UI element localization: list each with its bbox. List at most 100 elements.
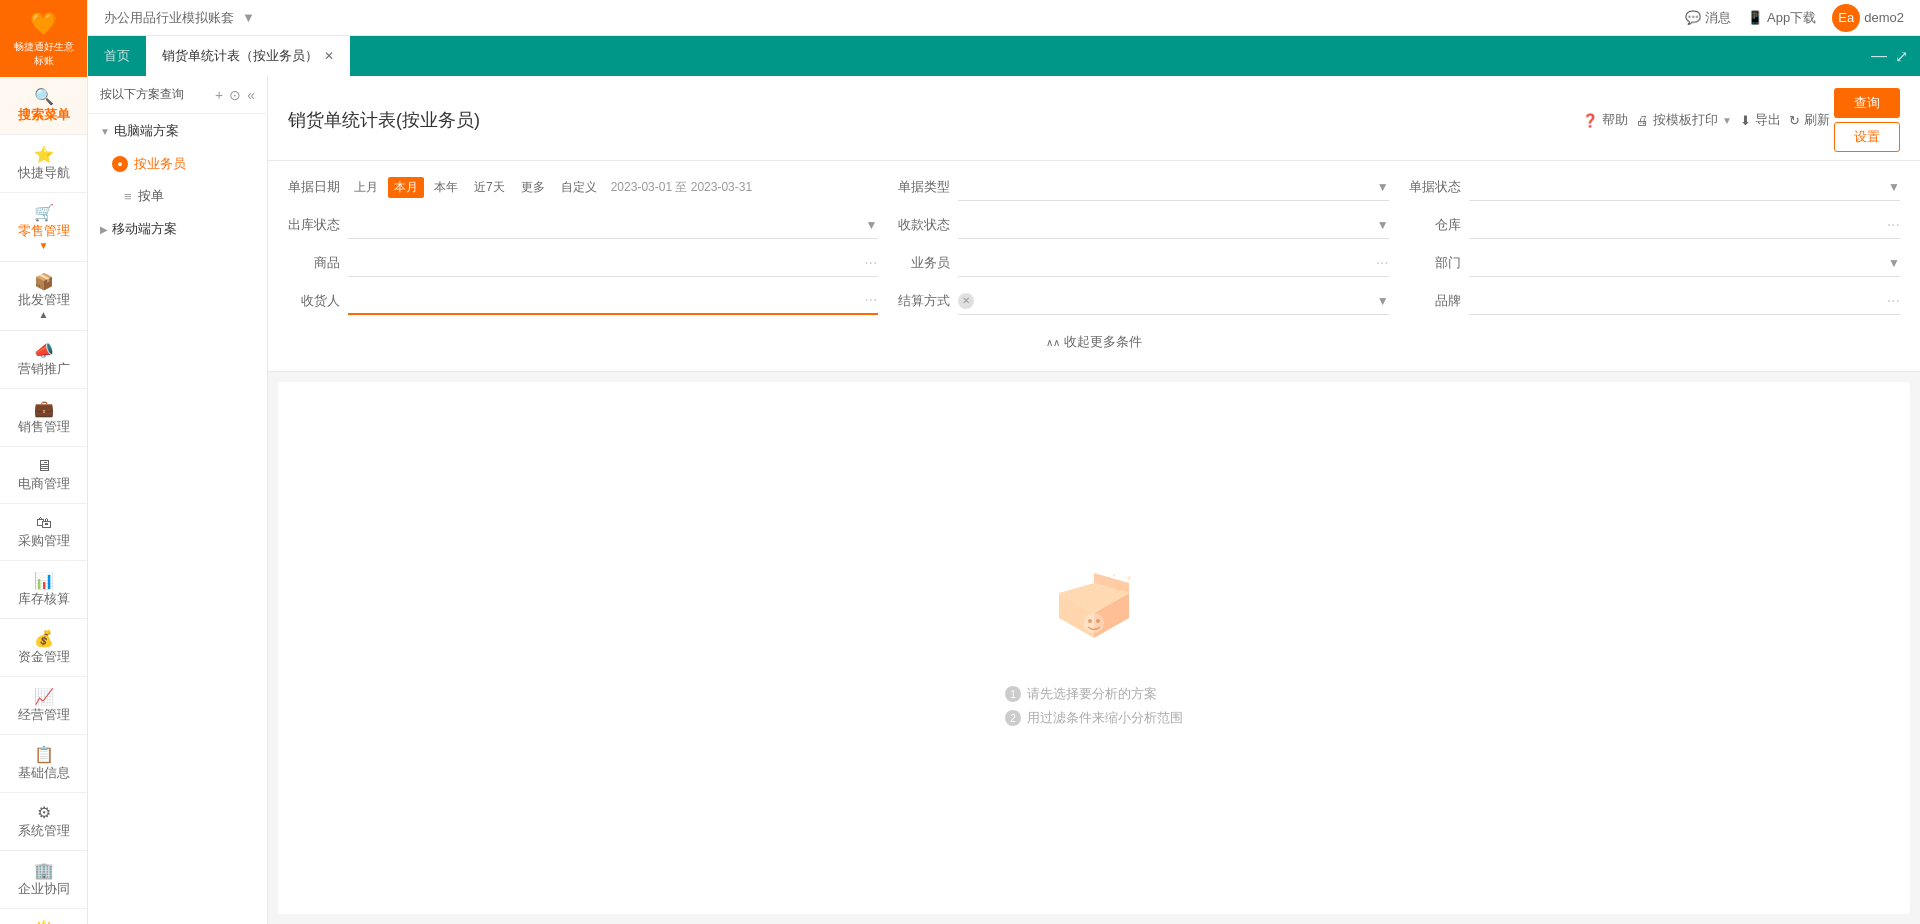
app-logo[interactable]: 🧡 畅捷通好生意 标账	[0, 0, 87, 77]
sidebar-item-search[interactable]: 🔍 搜索菜单	[0, 77, 87, 135]
dept-control[interactable]: ▼	[1469, 249, 1900, 277]
refresh-btn[interactable]: ↻ 刷新	[1789, 111, 1830, 129]
sidebar-item-quick-nav[interactable]: ⭐ 快捷导航	[0, 135, 87, 193]
warehouse-dots[interactable]: ···	[1887, 216, 1900, 234]
settle-inner[interactable]: ✕ ▼	[958, 293, 1389, 309]
download-icon: 📱	[1747, 10, 1763, 25]
doc-status-control[interactable]: ▼	[1469, 173, 1900, 201]
sidebar-item-sales[interactable]: 💼 销售管理	[0, 389, 87, 447]
date-label: 单据日期	[288, 178, 348, 196]
sidebar-item-finance[interactable]: 💰 资金管理	[0, 619, 87, 677]
date-tab-7days[interactable]: 近7天	[468, 177, 511, 198]
account-name[interactable]: 办公用品行业模拟账套	[104, 9, 234, 27]
mobile-group-arrow: ▶	[100, 224, 108, 235]
user-btn[interactable]: Ea demo2	[1832, 4, 1904, 32]
goods-filter-cell: 商品 ···	[288, 249, 878, 277]
sidebar-item-enterprise[interactable]: 🏢 企业协同	[0, 851, 87, 909]
date-tab-this-year[interactable]: 本年	[428, 177, 464, 198]
brand-control[interactable]: ···	[1469, 287, 1900, 315]
scheme-settings-btn[interactable]: ⊙	[229, 87, 241, 103]
doc-type-inner[interactable]: ▼	[958, 180, 1389, 194]
query-btn[interactable]: 查询	[1834, 88, 1900, 118]
print-icon: 🖨	[1636, 113, 1649, 128]
sidebar-item-marketing[interactable]: 📣 营销推广	[0, 331, 87, 389]
mobile-group-toggle[interactable]: ▶ 移动端方案	[88, 212, 267, 246]
svg-point-6	[1096, 619, 1100, 623]
settle-control[interactable]: ✕ ▼	[958, 287, 1389, 315]
scheme-item-by-sales[interactable]: ● 按业务员	[88, 148, 267, 180]
date-tab-last-month[interactable]: 上月	[348, 177, 384, 198]
doc-status-inner[interactable]: ▼	[1469, 180, 1900, 194]
goods-inner[interactable]: ···	[348, 254, 878, 272]
date-tabs: 上月 本月 本年 近7天 更多 自定义	[348, 177, 603, 198]
expand-icon2: ▲	[5, 309, 82, 320]
scheme-by-order-label: 按单	[138, 187, 164, 205]
receipt-status-control[interactable]: ▼	[958, 211, 1389, 239]
export-label: 导出	[1755, 111, 1781, 129]
enterprise-label: 企业协同	[5, 880, 82, 898]
messages-btn[interactable]: 💬 消息	[1685, 9, 1731, 27]
receiver-dots[interactable]: ···	[864, 291, 877, 309]
print-btn[interactable]: 🖨 按模板打印 ▼	[1636, 111, 1732, 129]
add-scheme-btn[interactable]: +	[215, 87, 223, 103]
date-tab-this-month[interactable]: 本月	[388, 177, 424, 198]
dropdown-arrow[interactable]: ▼	[242, 10, 255, 25]
export-btn[interactable]: ⬇ 导出	[1740, 111, 1781, 129]
sidebar-item-retail[interactable]: 🛒 零售管理 ▼	[0, 193, 87, 262]
goods-control[interactable]: ···	[348, 249, 878, 277]
receipt-status-inner[interactable]: ▼	[958, 218, 1389, 232]
out-status-control[interactable]: ▼	[348, 211, 878, 239]
sidebar-item-sys-mgmt[interactable]: ⚙ 系统管理	[0, 793, 87, 851]
inventory-label: 库存核算	[5, 590, 82, 608]
mobile-group-label: 移动端方案	[112, 220, 177, 238]
set-btn[interactable]: 设置	[1834, 122, 1900, 152]
brand-inner[interactable]: ···	[1469, 292, 1900, 310]
help-btn[interactable]: ❓ 帮助	[1582, 111, 1628, 129]
date-tab-more[interactable]: 更多	[515, 177, 551, 198]
sidebar-item-purchase[interactable]: 🛍 采购管理	[0, 504, 87, 561]
warehouse-inner[interactable]: ···	[1469, 216, 1900, 234]
app-download-btn[interactable]: 📱 App下载	[1747, 9, 1816, 27]
settle-clear-btn[interactable]: ✕	[958, 293, 974, 309]
tab-home[interactable]: 首页	[88, 36, 146, 76]
sidebar-item-basic-info[interactable]: 📋 基础信息	[0, 735, 87, 793]
tab-minimize-btn[interactable]: —	[1871, 47, 1887, 65]
sidebar-item-operations[interactable]: 📈 经营管理	[0, 677, 87, 735]
wholesale-label: 批发管理	[5, 291, 82, 309]
sidebar-item-inventory[interactable]: 📊 库存核算	[0, 561, 87, 619]
print-label: 按模板打印	[1653, 111, 1718, 129]
date-tab-custom[interactable]: 自定义	[555, 177, 603, 198]
brand-dots[interactable]: ···	[1887, 292, 1900, 310]
sidebar-item-ecommerce[interactable]: 🖥 电商管理	[0, 447, 87, 504]
sidebar-item-wholesale[interactable]: 📦 批发管理 ▲	[0, 262, 87, 331]
receiver-control[interactable]: ···	[348, 287, 878, 315]
enterprise-icon: 🏢	[5, 861, 82, 880]
salesperson-dots[interactable]: ···	[1375, 254, 1388, 272]
out-status-arrow: ▼	[866, 218, 878, 232]
desktop-group-toggle[interactable]: ▼ 电脑端方案	[88, 114, 267, 148]
search-label: 搜索菜单	[5, 106, 82, 124]
tab-maximize-btn[interactable]: ⤢	[1895, 47, 1908, 66]
dept-inner[interactable]: ▼	[1469, 256, 1900, 270]
sidebar-item-newbie[interactable]: 🌟 新手引导	[0, 909, 87, 924]
purchase-label: 采购管理	[5, 532, 82, 550]
salesperson-inner[interactable]: ···	[958, 254, 1389, 272]
sidebar: 🧡 畅捷通好生意 标账 🔍 搜索菜单 ⭐ 快捷导航 🛒 零售管理 ▼ 📦 批发管…	[0, 0, 88, 924]
collapse-panel-btn[interactable]: «	[247, 87, 255, 103]
dept-filter-cell: 部门 ▼	[1409, 249, 1900, 277]
doc-status-arrow: ▼	[1888, 180, 1900, 194]
tab-sales-stat[interactable]: 销货单统计表（按业务员） ✕	[146, 36, 350, 76]
doc-type-control[interactable]: ▼	[958, 173, 1389, 201]
salesperson-control[interactable]: ···	[958, 249, 1389, 277]
collapse-more-btn[interactable]: ∧∧ 收起更多条件	[288, 325, 1900, 359]
tab-bar-right: — ⤢	[1871, 47, 1920, 66]
svg-point-7	[1116, 585, 1122, 591]
scheme-item-by-order[interactable]: ≡ 按单	[88, 180, 267, 212]
goods-dots[interactable]: ···	[864, 254, 877, 272]
tab-close-btn[interactable]: ✕	[324, 49, 334, 63]
page-header: 销货单统计表(按业务员) ❓ 帮助 🖨 按模板打印 ▼ ⬇	[268, 76, 1920, 161]
sales-icon: 💼	[5, 399, 82, 418]
receiver-inner[interactable]: ···	[348, 291, 878, 309]
out-status-inner[interactable]: ▼	[348, 218, 878, 232]
warehouse-control[interactable]: ···	[1469, 211, 1900, 239]
